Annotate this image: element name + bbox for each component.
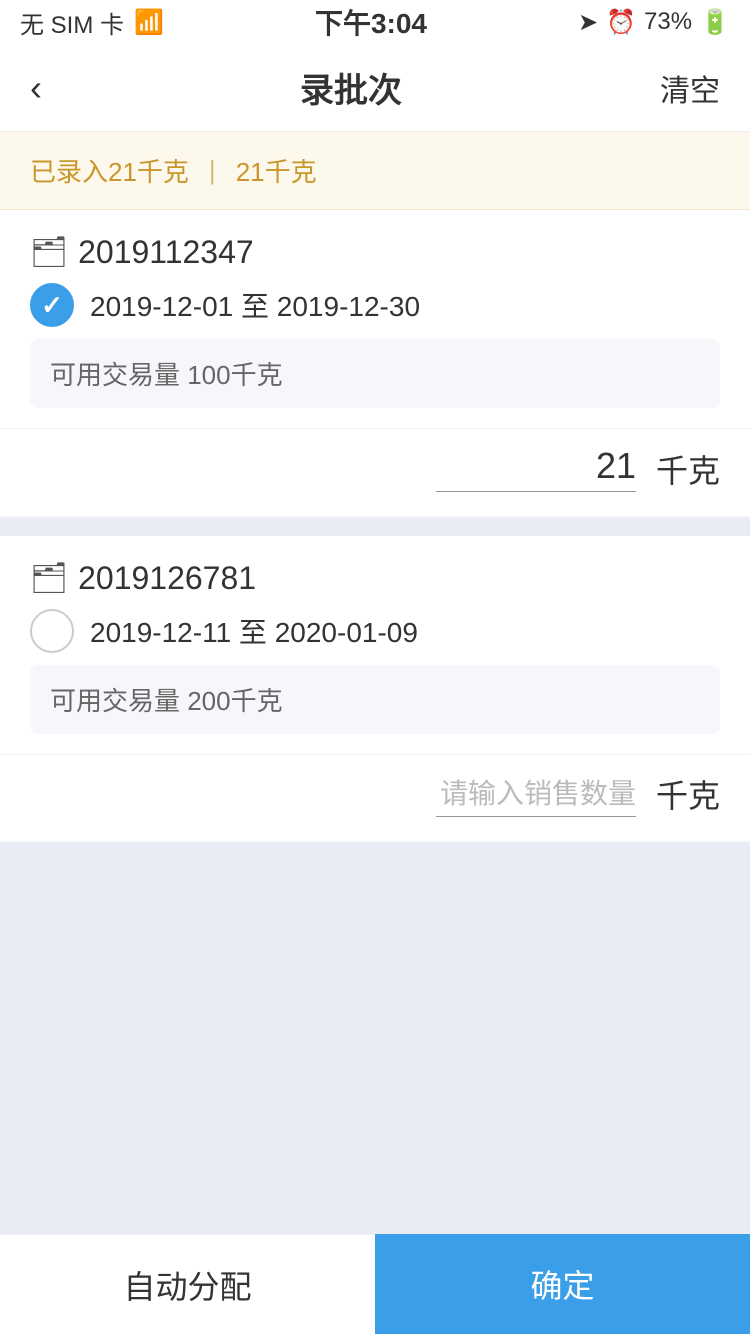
quantity-value-1: 21	[576, 445, 636, 487]
batch-number-2: 2019126781	[78, 560, 256, 597]
status-time: 下午3:04	[315, 2, 427, 42]
auto-distribute-button[interactable]: 自动分配	[0, 1234, 375, 1334]
alarm-icon: ⏰	[606, 8, 636, 37]
quantity-row-2: 请输入销售数量 千克	[0, 754, 750, 841]
no-sim-text: 无 SIM 卡	[20, 5, 124, 40]
total-amount: 21千克	[236, 152, 317, 189]
batch-number-1: 2019112347	[78, 234, 254, 271]
quantity-unit-1: 千克	[656, 446, 720, 492]
batch-date-row-2: 2019-12-11 至 2020-01-09	[0, 597, 750, 665]
nav-bar: ‹ 录批次 清空	[0, 44, 750, 132]
summary-bar: 已录入21千克 | 21千克	[0, 132, 750, 210]
batch-date-2: 2019-12-11 至 2020-01-09	[90, 611, 418, 651]
batch-item-1: 🗂 2019112347 2019-12-01 至 2019-12-30 可用交…	[0, 210, 750, 516]
location-icon: ➤	[578, 8, 598, 37]
quantity-row-1: 21 千克	[0, 428, 750, 516]
batch-date-1: 2019-12-01 至 2019-12-30	[90, 285, 420, 325]
batch-header-1: 🗂 2019112347	[0, 210, 750, 271]
wifi-icon: 📶	[134, 8, 164, 37]
quantity-unit-2: 千克	[656, 771, 720, 817]
back-button[interactable]: ‹	[30, 67, 42, 109]
status-bar: 无 SIM 卡 📶 下午3:04 ➤ ⏰ 73% 🔋	[0, 0, 750, 44]
page-title: 录批次	[300, 63, 402, 112]
batch-available-2: 可用交易量 200千克	[30, 665, 720, 734]
batch-date-row-1: 2019-12-01 至 2019-12-30	[0, 271, 750, 339]
confirm-button[interactable]: 确定	[375, 1234, 750, 1334]
quantity-underline-1: 21	[436, 445, 636, 492]
quantity-underline-2[interactable]: 请输入销售数量	[436, 772, 636, 817]
empty-area	[0, 843, 750, 1283]
batch-available-1: 可用交易量 100千克	[30, 339, 720, 408]
batch-icon-1: 🗂	[30, 235, 68, 270]
recorded-amount: 已录入21千克	[30, 152, 189, 189]
clear-button[interactable]: 清空	[660, 66, 720, 110]
status-right: ➤ ⏰ 73% 🔋	[578, 8, 730, 37]
status-left: 无 SIM 卡 📶	[20, 5, 164, 40]
bottom-bar: 自动分配 确定	[0, 1234, 750, 1334]
section-separator	[0, 518, 750, 536]
batch-checkbox-2[interactable]	[30, 609, 74, 653]
batch-icon-2: 🗂	[30, 561, 68, 596]
batch-checkbox-1[interactable]	[30, 283, 74, 327]
quantity-placeholder-2: 请输入销售数量	[440, 772, 636, 812]
summary-divider: |	[209, 155, 216, 186]
battery-icon: 🔋	[700, 8, 730, 37]
batch-header-2: 🗂 2019126781	[0, 536, 750, 597]
battery-text: 73%	[644, 8, 692, 36]
batch-item-2: 🗂 2019126781 2019-12-11 至 2020-01-09 可用交…	[0, 536, 750, 841]
